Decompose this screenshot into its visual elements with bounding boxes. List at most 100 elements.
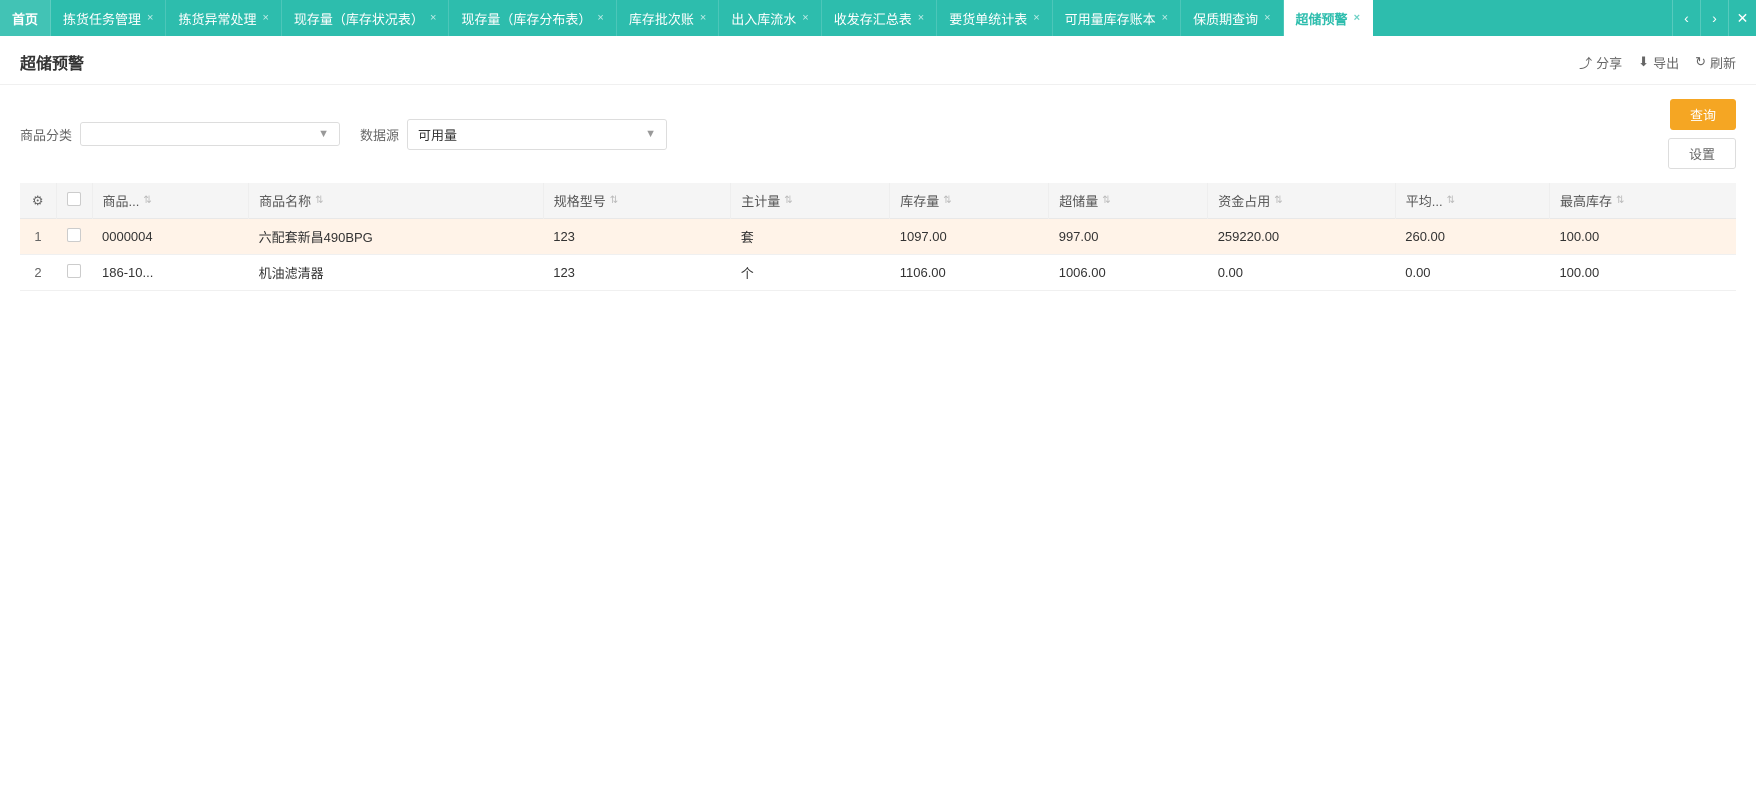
- gear-icon[interactable]: ⚙: [32, 193, 44, 208]
- sort-icon[interactable]: ⇅: [1274, 195, 1282, 206]
- query-button[interactable]: 查询: [1670, 99, 1736, 130]
- sort-icon[interactable]: ⇅: [315, 195, 323, 206]
- nav-tab[interactable]: 库存批次账×: [617, 0, 719, 36]
- page-title: 超储预警: [20, 50, 84, 74]
- avg: 0.00: [1395, 255, 1549, 291]
- nav-tab[interactable]: 收发存汇总表×: [822, 0, 937, 36]
- nav-close-btn[interactable]: ✕: [1728, 0, 1756, 36]
- tab-close-btn[interactable]: ×: [700, 12, 706, 24]
- page-header: 超储预警 ⤴ 分享 ⬇ 导出 ↻ 刷新: [0, 36, 1756, 85]
- overstock: 997.00: [1049, 219, 1208, 255]
- datasource-value: 可用量: [418, 125, 457, 144]
- tab-close-btn[interactable]: ×: [262, 12, 268, 24]
- stock: 1106.00: [890, 255, 1049, 291]
- unit: 个: [731, 255, 890, 291]
- datasource-label: 数据源: [360, 125, 399, 144]
- row-checkbox[interactable]: [67, 228, 81, 242]
- th-capital: 资金占用⇅: [1208, 183, 1396, 219]
- category-label: 商品分类: [20, 125, 72, 144]
- product-name: 机油滤清器: [249, 255, 544, 291]
- max-stock: 100.00: [1549, 255, 1736, 291]
- avg: 260.00: [1395, 219, 1549, 255]
- th-spec: 规格型号⇅: [543, 183, 731, 219]
- table-row: 1 0000004 六配套新昌490BPG 123 套 1097.00 997.…: [20, 219, 1736, 255]
- th-avg: 平均...⇅: [1395, 183, 1549, 219]
- refresh-icon: ↻: [1695, 54, 1706, 70]
- filter-area: 商品分类 ▼ 数据源 可用量 ▼ 查询 设置: [0, 85, 1756, 183]
- tab-close-btn[interactable]: ×: [430, 12, 436, 24]
- table-body: 1 0000004 六配套新昌490BPG 123 套 1097.00 997.…: [20, 219, 1736, 291]
- export-label: 导出: [1653, 53, 1679, 72]
- refresh-label: 刷新: [1710, 53, 1736, 72]
- share-label: 分享: [1596, 53, 1622, 72]
- sort-icon[interactable]: ⇅: [1447, 195, 1455, 206]
- tab-close-btn[interactable]: ×: [597, 12, 603, 24]
- nav-tab[interactable]: 拣货任务管理×: [51, 0, 166, 36]
- nav-home-label: 首页: [12, 9, 38, 28]
- sort-icon[interactable]: ⇅: [610, 195, 618, 206]
- table-container: ⚙ 商品...⇅ 商品名称⇅ 规格型号⇅ 主计量⇅: [0, 183, 1756, 291]
- category-chevron-icon: ▼: [318, 128, 329, 140]
- sort-icon[interactable]: ⇅: [1616, 195, 1624, 206]
- settings-button[interactable]: 设置: [1668, 138, 1736, 169]
- nav-tab[interactable]: 保质期查询×: [1181, 0, 1283, 36]
- th-product-name: 商品名称⇅: [249, 183, 544, 219]
- category-select[interactable]: ▼: [80, 122, 340, 146]
- spec: 123: [543, 255, 731, 291]
- spec: 123: [543, 219, 731, 255]
- overstock: 1006.00: [1049, 255, 1208, 291]
- nav-tab[interactable]: 要货单统计表×: [937, 0, 1052, 36]
- product-code: 0000004: [92, 219, 249, 255]
- th-product-code: 商品...⇅: [92, 183, 249, 219]
- max-stock: 100.00: [1549, 219, 1736, 255]
- select-all-checkbox[interactable]: [67, 192, 81, 206]
- nav-tab[interactable]: 现存量（库存分布表）×: [449, 0, 616, 36]
- nav-arrows: ‹ › ✕: [1672, 0, 1756, 36]
- header-actions: ⤴ 分享 ⬇ 导出 ↻ 刷新: [1579, 53, 1736, 72]
- nav-tab[interactable]: 可用量库存账本×: [1053, 0, 1181, 36]
- nav-next-btn[interactable]: ›: [1700, 0, 1728, 36]
- row-checkbox-cell: [56, 255, 92, 291]
- page-content: 超储预警 ⤴ 分享 ⬇ 导出 ↻ 刷新 商品分类 ▼ 数据源: [0, 36, 1756, 800]
- nav-prev-btn[interactable]: ‹: [1672, 0, 1700, 36]
- capital: 0.00: [1208, 255, 1396, 291]
- sort-icon[interactable]: ⇅: [784, 195, 792, 206]
- tab-close-btn[interactable]: ×: [147, 12, 153, 24]
- nav-tab[interactable]: 拣货异常处理×: [166, 0, 281, 36]
- nav-home[interactable]: 首页: [0, 0, 51, 36]
- th-gear: ⚙: [20, 183, 56, 219]
- nav-tab[interactable]: 超储预警×: [1284, 0, 1373, 36]
- category-filter-group: 商品分类 ▼: [20, 122, 340, 146]
- sort-icon[interactable]: ⇅: [1102, 195, 1110, 206]
- datasource-chevron-icon: ▼: [645, 128, 656, 140]
- sort-icon[interactable]: ⇅: [143, 195, 151, 206]
- unit: 套: [731, 219, 890, 255]
- refresh-button[interactable]: ↻ 刷新: [1695, 53, 1736, 72]
- th-stock: 库存量⇅: [890, 183, 1049, 219]
- sort-icon[interactable]: ⇅: [943, 195, 951, 206]
- row-checkbox[interactable]: [67, 264, 81, 278]
- stock: 1097.00: [890, 219, 1049, 255]
- th-max-stock: 最高库存⇅: [1549, 183, 1736, 219]
- share-icon: ⤴: [1579, 53, 1592, 72]
- tab-close-btn[interactable]: ×: [1264, 12, 1270, 24]
- export-icon: ⬇: [1638, 54, 1649, 70]
- th-checkbox: [56, 183, 92, 219]
- tab-close-btn[interactable]: ×: [1162, 12, 1168, 24]
- tab-close-btn[interactable]: ×: [1033, 12, 1039, 24]
- share-button[interactable]: ⤴ 分享: [1579, 53, 1622, 72]
- data-table: ⚙ 商品...⇅ 商品名称⇅ 规格型号⇅ 主计量⇅: [20, 183, 1736, 291]
- table-header: ⚙ 商品...⇅ 商品名称⇅ 规格型号⇅ 主计量⇅: [20, 183, 1736, 219]
- product-code: 186-10...: [92, 255, 249, 291]
- product-name: 六配套新昌490BPG: [249, 219, 544, 255]
- tab-close-btn[interactable]: ×: [918, 12, 924, 24]
- tab-close-btn[interactable]: ×: [802, 12, 808, 24]
- nav-tab[interactable]: 现存量（库存状况表）×: [282, 0, 449, 36]
- th-unit: 主计量⇅: [731, 183, 890, 219]
- export-button[interactable]: ⬇ 导出: [1638, 53, 1679, 72]
- tab-close-btn[interactable]: ×: [1354, 12, 1360, 24]
- table-row: 2 186-10... 机油滤清器 123 个 1106.00 1006.00 …: [20, 255, 1736, 291]
- datasource-select[interactable]: 可用量 ▼: [407, 119, 667, 150]
- nav-tab[interactable]: 出入库流水×: [719, 0, 821, 36]
- row-num: 1: [20, 219, 56, 255]
